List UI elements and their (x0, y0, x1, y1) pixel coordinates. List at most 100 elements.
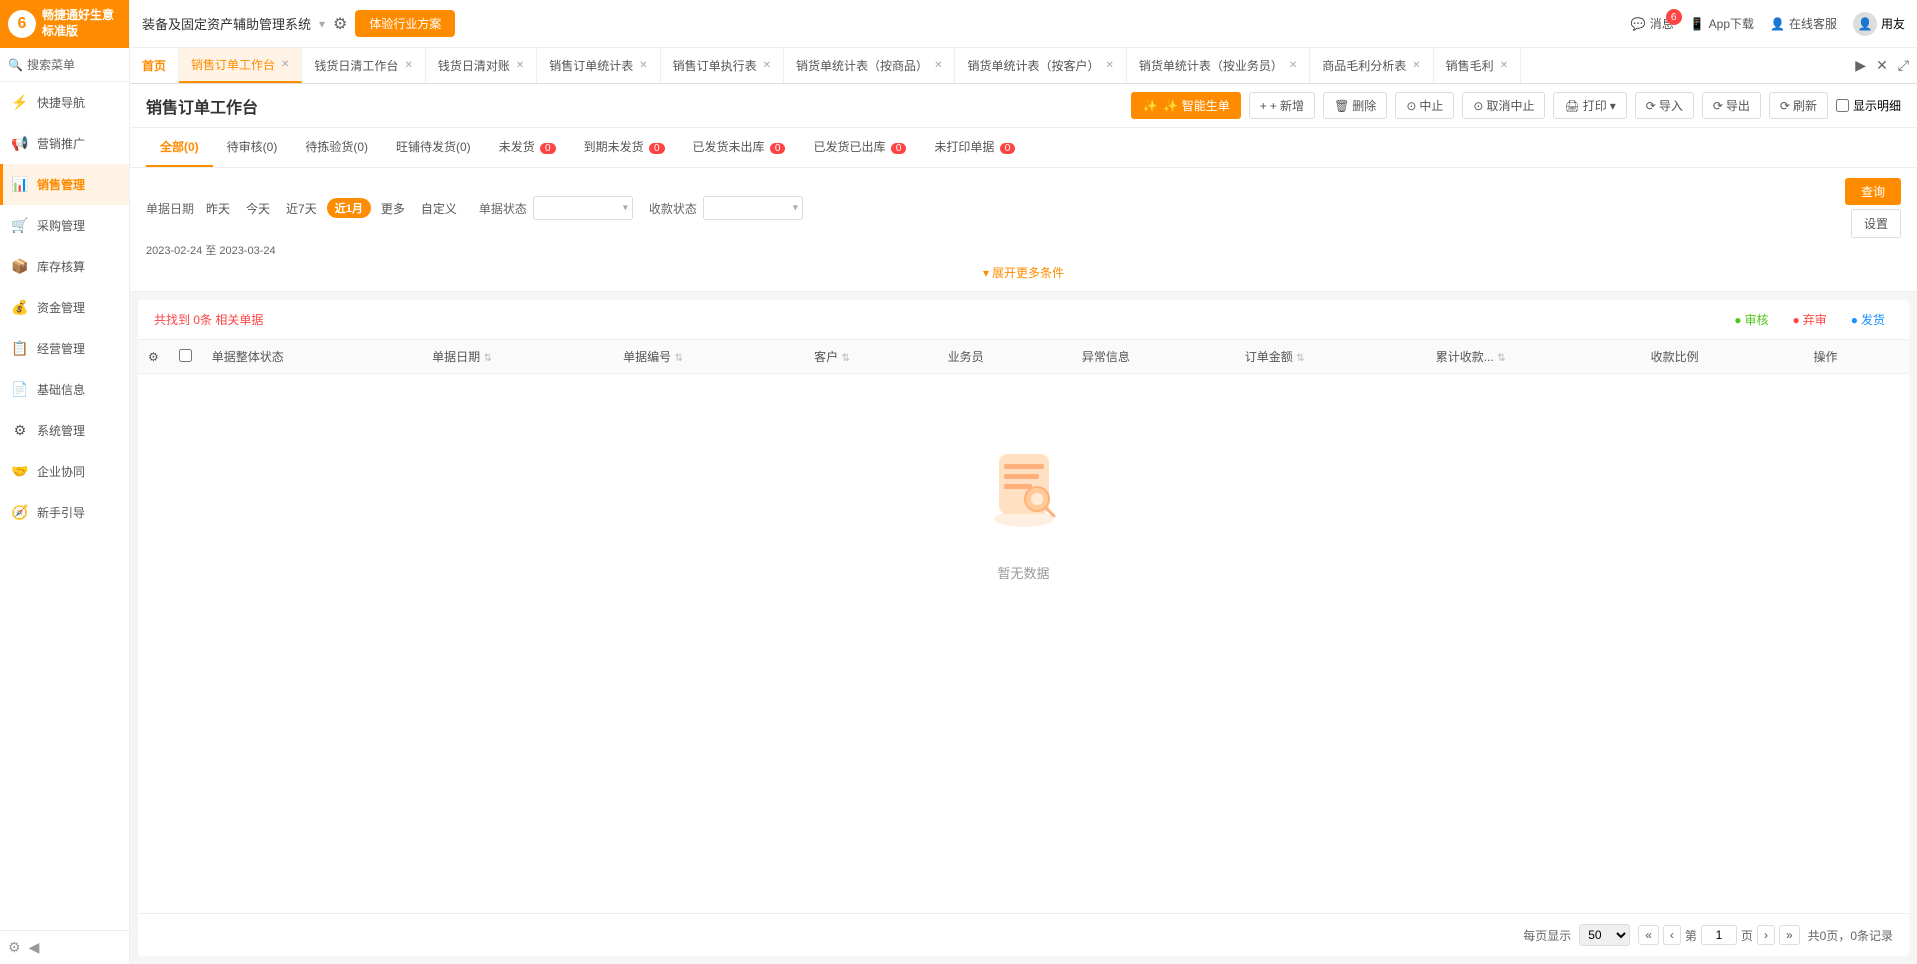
filter-tab-all[interactable]: 全部(0) (146, 128, 213, 167)
tab-close-sales-stat-customer[interactable]: ✕ (1105, 60, 1113, 71)
config-icon[interactable]: ⚙ (148, 350, 159, 364)
status-select[interactable] (533, 196, 633, 220)
th-customer[interactable]: 客户 ⇅ (804, 340, 938, 374)
setting-button[interactable]: 设置 (1851, 209, 1901, 238)
tab-cash-reconcile[interactable]: 钱货日清对账 ✕ (426, 48, 537, 83)
date-today-btn[interactable]: 今天 (240, 198, 276, 219)
sidebar-item-sales[interactable]: 📊 销售管理 (0, 164, 129, 205)
expand-conditions-btn[interactable]: ▾ 展开更多条件 (983, 264, 1064, 281)
tab-home[interactable]: 首页 (130, 48, 179, 83)
tab-close-sales-workbench[interactable]: ✕ (281, 59, 289, 70)
page-size-label: 每页显示 (1523, 927, 1571, 944)
sidebar-search[interactable]: 🔍 搜索菜单 (0, 48, 129, 82)
filter-tab-pending-pick[interactable]: 待拣验货(0) (291, 128, 382, 167)
tab-sales-exec[interactable]: 销售订单执行表 ✕ (661, 48, 784, 83)
cancel-approve-action-btn[interactable]: ● 弃审 (1784, 308, 1834, 331)
sidebar-item-finance[interactable]: 💰 资金管理 (0, 287, 129, 328)
filter-tab-pending[interactable]: 待审核(0) (213, 128, 292, 167)
tab-close-sales-gross[interactable]: ✕ (1500, 60, 1508, 71)
sidebar-item-enterprise[interactable]: 🤝 企业协同 (0, 451, 129, 492)
sidebar-item-shortcut[interactable]: ⚡ 快捷导航 (0, 82, 129, 123)
show-detail-checkbox[interactable]: 显示明细 (1836, 97, 1901, 114)
ai-generate-button[interactable]: ✨ ✨ 智能生单 (1131, 92, 1240, 119)
tab-close-cash-reconcile[interactable]: ✕ (516, 60, 524, 71)
tab-close-sales-exec[interactable]: ✕ (763, 60, 771, 71)
prev-page-btn[interactable]: ‹ (1663, 925, 1681, 945)
filter-tab-shipped-not-out[interactable]: 已发货未出库 0 (679, 128, 800, 167)
import-icon: ⟳ (1646, 99, 1656, 113)
date-group: 昨天 今天 近7天 近1月 更多 自定义 (200, 198, 463, 219)
sidebar-item-purchase[interactable]: 🛒 采购管理 (0, 205, 129, 246)
show-detail-input[interactable] (1836, 99, 1849, 112)
user-menu-btn[interactable]: 👤 用友 (1853, 12, 1905, 36)
tab-sales-stat-customer[interactable]: 销货单统计表（按客户） ✕ (955, 48, 1126, 83)
empty-text: 暂无数据 (997, 563, 1049, 582)
last-page-btn[interactable]: » (1779, 925, 1800, 945)
approve-action-btn[interactable]: ● 审核 (1726, 308, 1776, 331)
topbar-chevron-icon[interactable]: ▾ (319, 17, 325, 31)
date-7days-btn[interactable]: 近7天 (280, 198, 323, 219)
tab-close-sales-stat-staff[interactable]: ✕ (1289, 60, 1297, 71)
cancel-stop-button[interactable]: ⊙ 取消中止 (1462, 92, 1545, 119)
payment-select[interactable] (703, 196, 803, 220)
tab-close-sales-stat-product[interactable]: ✕ (934, 60, 942, 71)
online-service-btn[interactable]: 👤 在线客服 (1770, 15, 1837, 32)
import-button[interactable]: ⟳ 导入 (1635, 92, 1694, 119)
tab-close-sales-stat[interactable]: ✕ (639, 60, 647, 71)
sidebar-item-inventory[interactable]: 📦 库存核算 (0, 246, 129, 287)
date-month-btn[interactable]: 近1月 (327, 198, 371, 218)
finance-icon: 💰 (11, 299, 29, 316)
filter-tab-not-shipped[interactable]: 未发货 0 (485, 128, 570, 167)
query-button[interactable]: 查询 (1845, 178, 1901, 205)
tab-close-gross-analysis[interactable]: ✕ (1412, 60, 1420, 71)
tab-scroll-right-btn[interactable]: ▶ (1851, 55, 1870, 76)
th-collected[interactable]: 累计收款... ⇅ (1426, 340, 1641, 374)
tab-cash-daily[interactable]: 钱货日清工作台 ✕ (302, 48, 425, 83)
th-number[interactable]: 单据编号 ⇅ (613, 340, 804, 374)
tab-close-all-btn[interactable]: ✕ (1872, 55, 1892, 76)
next-page-btn[interactable]: › (1757, 925, 1775, 945)
topbar-gear-btn[interactable]: ⚙ (333, 14, 347, 34)
th-date[interactable]: 单据日期 ⇅ (422, 340, 613, 374)
th-amount[interactable]: 订单金额 ⇅ (1235, 340, 1426, 374)
message-btn[interactable]: 💬 消息 6 (1631, 15, 1674, 32)
th-staff[interactable]: 业务员 (938, 340, 1072, 374)
tab-sales-workbench[interactable]: 销售订单工作台 ✕ (179, 48, 302, 83)
tab-close-cash-daily[interactable]: ✕ (404, 60, 412, 71)
date-yesterday-btn[interactable]: 昨天 (200, 198, 236, 219)
filter-tab-expired-not-shipped[interactable]: 到期未发货 0 (570, 128, 679, 167)
refresh-button[interactable]: ⟳ 刷新 (1769, 92, 1828, 119)
sidebar-item-basic[interactable]: 📄 基础信息 (0, 369, 129, 410)
tab-gross-analysis[interactable]: 商品毛利分析表 ✕ (1310, 48, 1433, 83)
print-button[interactable]: 🖨 打印 ▾ (1553, 92, 1626, 119)
th-status: 单据整体状态 (202, 340, 422, 374)
delete-button[interactable]: 🗑 删除 (1323, 92, 1387, 119)
first-page-btn[interactable]: « (1638, 925, 1659, 945)
sidebar-item-marketing[interactable]: 📢 营销推广 (0, 123, 129, 164)
date-more-btn[interactable]: 更多 (375, 198, 411, 219)
page-size-select[interactable]: 10 20 50 100 (1579, 924, 1630, 946)
solution-button[interactable]: 体验行业方案 (355, 10, 455, 37)
sidebar-collapse-btn[interactable]: ◀ (29, 939, 40, 956)
bottom-settings-btn[interactable]: ⚙ (8, 939, 21, 956)
sidebar-item-operations[interactable]: 📋 经营管理 (0, 328, 129, 369)
filter-tab-shipped-out[interactable]: 已发货已出库 0 (799, 128, 920, 167)
filter-tab-not-printed[interactable]: 未打印单据 0 (920, 128, 1029, 167)
sidebar-item-system[interactable]: ⚙ 系统管理 (0, 410, 129, 451)
ship-action-btn[interactable]: ● 发货 (1843, 308, 1893, 331)
tab-sales-stat-product[interactable]: 销货单统计表（按商品） ✕ (784, 48, 955, 83)
th-checkbox (169, 340, 202, 374)
stop-button[interactable]: ⊙ 中止 (1395, 92, 1454, 119)
filter-tab-wangpu[interactable]: 旺铺待发货(0) (382, 128, 485, 167)
tab-sales-stat-staff[interactable]: 销货单统计表（按业务员） ✕ (1127, 48, 1310, 83)
tab-maximize-btn[interactable]: ⤢ (1894, 55, 1913, 76)
tab-sales-stat[interactable]: 销售订单统计表 ✕ (537, 48, 660, 83)
app-download-btn[interactable]: 📱 App下载 (1690, 15, 1754, 32)
add-button[interactable]: + + 新增 (1249, 92, 1315, 119)
date-custom-btn[interactable]: 自定义 (415, 198, 463, 219)
sidebar-item-guide[interactable]: 🧭 新手引导 (0, 492, 129, 533)
tab-sales-gross[interactable]: 销售毛利 ✕ (1434, 48, 1521, 83)
export-button[interactable]: ⟳ 导出 (1702, 92, 1761, 119)
page-number-input[interactable]: 1 (1701, 925, 1737, 945)
select-all-checkbox[interactable] (179, 349, 192, 362)
